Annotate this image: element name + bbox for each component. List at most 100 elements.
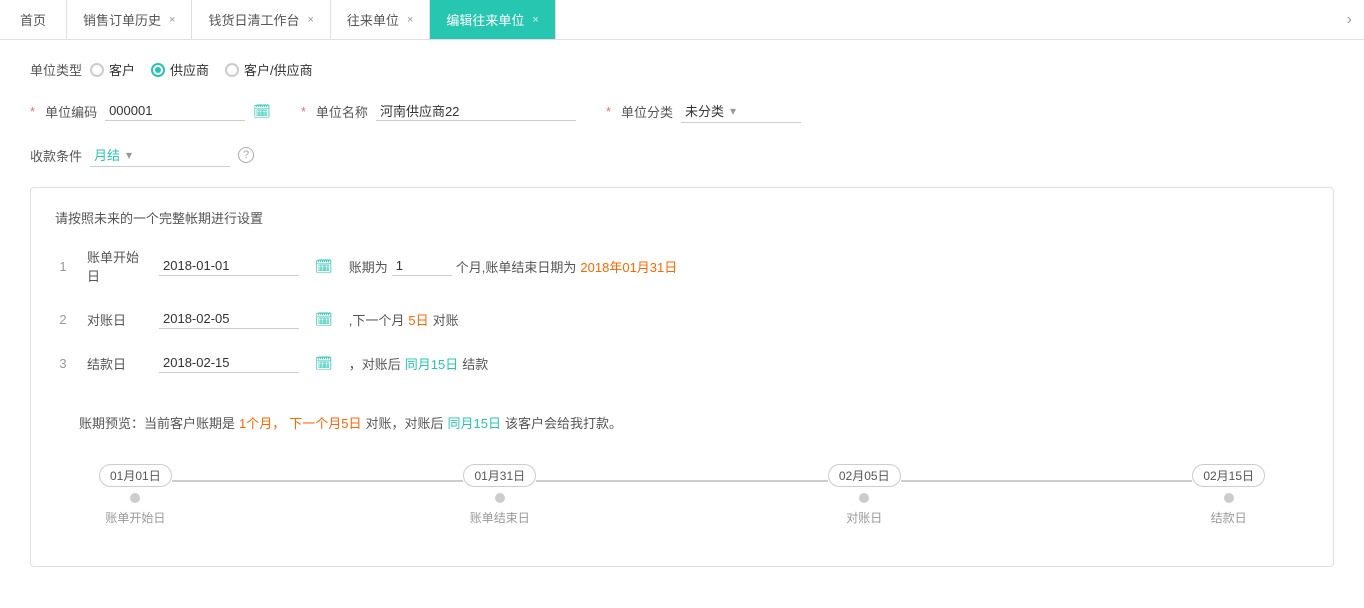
radio-group: 客户 供应商 客户/供应商: [90, 60, 313, 79]
period-desc-suffix-3: 结款: [462, 354, 488, 373]
tab-close-edit-partner[interactable]: ×: [532, 14, 538, 26]
timeline-label-4: 结款日: [1211, 509, 1247, 526]
unit-name-field: * 单位名称: [301, 101, 576, 121]
period-desc-prefix-3: ，对账后: [349, 354, 401, 373]
unit-category-value: 未分类: [685, 101, 724, 120]
payment-terms-row: 收款条件 月结 ▾ ?: [30, 143, 1334, 167]
unit-code-required: *: [30, 104, 35, 119]
period-title: 请按照未来的一个完整帐期进行设置: [55, 208, 1309, 227]
tab-sales-history[interactable]: 销售订单历史 ×: [67, 0, 192, 39]
unit-name-label: 单位名称: [316, 102, 368, 121]
tab-close-cash-work[interactable]: ×: [307, 14, 313, 26]
period-settings-box: 请按照未来的一个完整帐期进行设置 1 账单开始日 🗓 账期为 个月,账单结束日期…: [30, 187, 1334, 567]
period-num-2: 2: [55, 312, 71, 327]
unit-category-label: 单位分类: [621, 102, 673, 121]
timeline-dot-3: [859, 493, 869, 503]
payment-terms-value: 月结: [94, 145, 120, 164]
timeline-badge-4: 02月15日: [1192, 464, 1265, 487]
period-calendar-icon-2[interactable]: 🗓: [315, 311, 333, 328]
preview-text: 账期预览：当前客户账期是 1个月， 下一个月5日 对账，对账后 同月15日 该客…: [55, 397, 1309, 448]
timeline-label-1: 账单开始日: [105, 509, 165, 526]
preview-part1: 1个月，: [239, 413, 285, 432]
period-label-1: 账单开始日: [87, 247, 143, 285]
unit-type-row: 单位类型 客户 供应商 客户/供应商: [30, 60, 1334, 79]
period-label-2: 对账日: [87, 310, 143, 329]
category-chevron-down-icon: ▾: [730, 104, 736, 118]
radio-both[interactable]: 客户/供应商: [225, 60, 313, 79]
timeline-node-1: 01月01日 账单开始日: [99, 464, 172, 526]
tab-close-sales-history[interactable]: ×: [169, 14, 175, 26]
unit-code-icon[interactable]: 🗓: [253, 103, 271, 120]
preview-part2: 下一个月5日: [289, 413, 361, 432]
timeline-dot-4: [1224, 493, 1234, 503]
period-desc-1: 账期为 个月,账单结束日期为 2018年01月31日: [349, 256, 677, 276]
preview-part4: 同月15日: [448, 413, 501, 432]
tab-close-partner[interactable]: ×: [407, 14, 413, 26]
period-num-3: 3: [55, 356, 71, 371]
timeline-label-3: 对账日: [846, 509, 882, 526]
timeline-dot-2: [495, 493, 505, 503]
radio-customer[interactable]: 客户: [90, 60, 135, 79]
tab-home[interactable]: 首页: [0, 0, 67, 39]
period-reconcile-day: 5日: [408, 310, 428, 329]
period-desc-prefix-1: 账期为: [349, 257, 388, 276]
unit-category-field: * 单位分类 未分类 ▾: [606, 99, 801, 123]
period-date-input-3[interactable]: [159, 353, 299, 373]
period-desc-suffix-1: 个月,账单结束日期为: [456, 257, 577, 276]
period-calendar-icon-3[interactable]: 🗓: [315, 355, 333, 372]
period-num-1: 1: [55, 259, 71, 274]
payment-terms-field: 收款条件 月结 ▾ ?: [30, 143, 254, 167]
radio-label-supplier: 供应商: [170, 60, 209, 79]
period-desc-3: ，对账后 同月15日 结款: [349, 354, 489, 373]
main-content: 单位类型 客户 供应商 客户/供应商 * 单位编码: [0, 40, 1364, 608]
tab-edit-partner[interactable]: 编辑往来单位 ×: [430, 0, 555, 39]
preview-prefix: 账期预览：当前客户账期是: [79, 413, 235, 432]
timeline-label-2: 账单结束日: [470, 509, 530, 526]
unit-type-label: 单位类型: [30, 60, 82, 79]
unit-code-input[interactable]: [105, 101, 245, 121]
period-months-input[interactable]: [392, 256, 452, 276]
unit-name-required: *: [301, 104, 306, 119]
timeline-line-2: [536, 480, 828, 482]
timeline-line-3: [901, 480, 1193, 482]
tab-arrow-right[interactable]: ›: [1335, 0, 1364, 39]
tab-partner[interactable]: 往来单位 ×: [331, 0, 430, 39]
period-calendar-icon-1[interactable]: 🗓: [315, 258, 333, 275]
unit-name-input[interactable]: [376, 101, 576, 121]
timeline-node-2: 01月31日 账单结束日: [463, 464, 536, 526]
period-date-input-2[interactable]: [159, 309, 299, 329]
tab-bar: 首页 销售订单历史 × 钱货日清工作台 × 往来单位 × 编辑往来单位 × ›: [0, 0, 1364, 40]
timeline-badge-3: 02月05日: [828, 464, 901, 487]
radio-circle-supplier: [151, 63, 165, 77]
period-desc-suffix-2: 对账: [433, 310, 459, 329]
timeline-dot-1: [130, 493, 140, 503]
period-date-input-1[interactable]: [159, 256, 299, 276]
tab-cash-work[interactable]: 钱货日清工作台 ×: [192, 0, 330, 39]
period-row-3: 3 结款日 🗓 ，对账后 同月15日 结款: [55, 353, 1309, 373]
unit-type-field: 单位类型 客户 供应商 客户/供应商: [30, 60, 313, 79]
timeline-badge-2: 01月31日: [463, 464, 536, 487]
payment-terms-help-icon[interactable]: ?: [238, 147, 254, 163]
unit-code-field: * 单位编码 🗓: [30, 101, 271, 121]
period-payment-day: 同月15日: [405, 354, 458, 373]
payment-terms-dropdown[interactable]: 月结 ▾: [90, 143, 230, 167]
period-end-date: 2018年01月31日: [580, 257, 677, 276]
period-desc-prefix-2: ,下一个月: [349, 310, 405, 329]
preview-part5: 该客户会给我打款。: [505, 413, 622, 432]
unit-category-required: *: [606, 104, 611, 119]
payment-terms-chevron-down-icon: ▾: [126, 148, 132, 162]
period-row-1: 1 账单开始日 🗓 账期为 个月,账单结束日期为 2018年01月31日: [55, 247, 1309, 285]
period-label-3: 结款日: [87, 354, 143, 373]
radio-supplier[interactable]: 供应商: [151, 60, 209, 79]
radio-label-both: 客户/供应商: [244, 60, 313, 79]
payment-terms-label: 收款条件: [30, 146, 82, 165]
code-name-category-row: * 单位编码 🗓 * 单位名称 * 单位分类 未分类 ▾: [30, 99, 1334, 123]
unit-category-dropdown[interactable]: 未分类 ▾: [681, 99, 801, 123]
period-row-2: 2 对账日 🗓 ,下一个月 5日 对账: [55, 309, 1309, 329]
timeline-node-4: 02月15日 结款日: [1192, 464, 1265, 526]
timeline-node-3: 02月05日 对账日: [828, 464, 901, 526]
radio-circle-customer: [90, 63, 104, 77]
preview-part3: 对账，对账后: [365, 413, 443, 432]
timeline-section: 01月01日 账单开始日 01月31日 账单结束日 02月05日: [55, 448, 1309, 546]
timeline-badge-1: 01月01日: [99, 464, 172, 487]
